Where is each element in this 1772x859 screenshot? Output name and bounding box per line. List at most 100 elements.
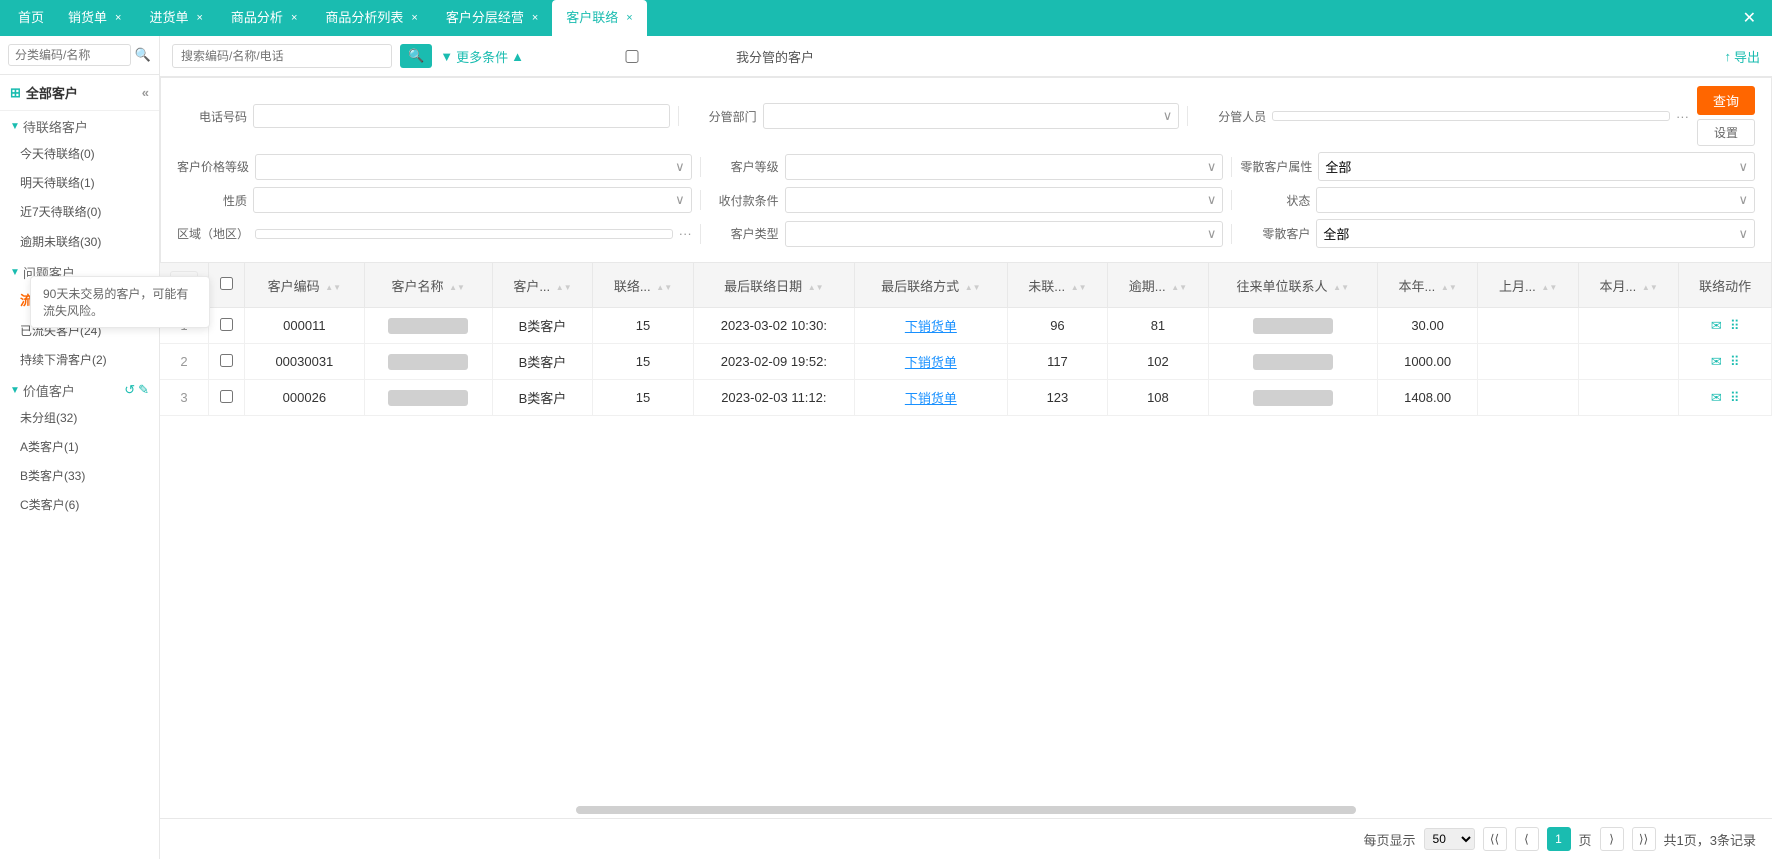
sidebar-item-7days[interactable]: 近7天待联络(0) [0,198,159,227]
sidebar-search-icon[interactable]: 🔍 [135,47,151,63]
close-product-analysis-list-tab[interactable]: × [411,0,417,36]
more-filter-button[interactable]: ▼ 更多条件 ▲ [440,47,524,66]
td-action-1[interactable]: ✉ ⠿ [1679,344,1772,380]
th-code[interactable]: 客户编码 ▲▼ [245,263,365,308]
filter-retail-customer-select[interactable]: 全部 ∨ [1316,219,1755,248]
th-this-year[interactable]: 本年... ▲▼ [1377,263,1478,308]
td-last-method-2[interactable]: 下销货单 [855,380,1008,416]
region-more-dots[interactable]: ··· [679,226,692,241]
export-button[interactable]: ↑ 导出 [1724,47,1760,66]
close-customer-layering-tab[interactable]: × [532,0,538,36]
filter-region: 区域（地区） ··· [177,225,692,242]
th-contact-person[interactable]: 往来单位联系人 ▲▼ [1208,263,1377,308]
tab-customer-contact[interactable]: 客户联络 × [552,0,646,36]
tab-purchase[interactable]: 进货单 × [135,0,216,36]
row-checkbox-2[interactable] [220,390,233,403]
search-bar: 🔍 ▼ 更多条件 ▲ 我分管的客户 ↑ 导出 [160,36,1772,77]
filter-region-select[interactable] [255,229,673,239]
td-cb-0[interactable] [209,308,245,344]
per-page-select[interactable]: 50 100 200 [1424,828,1475,850]
sidebar-group-value[interactable]: ▼ 价值客户 ↺ ✎ [0,375,159,404]
sidebar-item-ungrouped[interactable]: 未分组(32) [0,404,159,433]
th-overdue[interactable]: 逾期... ▲▼ [1108,263,1209,308]
th-type[interactable]: 客户... ▲▼ [492,263,593,308]
th-last-contact-date[interactable]: 最后联络日期 ▲▼ [693,263,854,308]
tab-home[interactable]: 首页 [8,0,54,36]
retail-prop-arrow: ∨ [1739,159,1749,175]
td-contact-count-1: 15 [593,344,694,380]
td-action-0[interactable]: ✉ ⠿ [1679,308,1772,344]
sidebar-item-declining[interactable]: 持续下滑客户(2) [0,346,159,375]
sidebar-item-today[interactable]: 今天待联络(0) [0,140,159,169]
my-customers-checkbox-label[interactable]: 我分管的客户 [532,47,814,66]
th-name[interactable]: 客户名称 ▲▼ [364,263,492,308]
close-all-icon[interactable]: ✕ [1735,8,1764,28]
sidebar-search-input[interactable] [8,44,131,66]
th-uncontacted[interactable]: 未联... ▲▼ [1007,263,1108,308]
filter-status-select[interactable]: ∨ [1316,187,1755,213]
td-cb-1[interactable] [209,344,245,380]
setting-button[interactable]: 设置 [1697,119,1755,146]
close-customer-contact-tab[interactable]: × [626,0,632,36]
my-customers-checkbox[interactable] [532,50,732,63]
filter-payment-select[interactable]: ∨ [785,187,1224,213]
row-checkbox-0[interactable] [220,318,233,331]
td-last-method-0[interactable]: 下销货单 [855,308,1008,344]
edit-icon[interactable]: ✎ [138,382,149,398]
td-action-2[interactable]: ✉ ⠿ [1679,380,1772,416]
filter-nature-select[interactable]: ∨ [253,187,692,213]
next-page-button[interactable]: ⟩ [1600,827,1624,851]
sidebar-item-class-a[interactable]: A类客户(1) [0,433,159,462]
first-page-button[interactable]: ⟨⟨ [1483,827,1507,851]
sidebar-item-class-c[interactable]: C类客户(6) [0,491,159,520]
tab-product-analysis-list[interactable]: 商品分析列表 × [311,0,431,36]
filter-phone-input[interactable] [253,104,670,128]
td-last-method-1[interactable]: 下销货单 [855,344,1008,380]
main-search-button[interactable]: 🔍 [400,44,432,68]
sidebar-search-area: 🔍 [0,36,159,75]
query-button[interactable]: 查询 [1697,86,1755,115]
td-cb-2[interactable] [209,380,245,416]
filter-manager-select[interactable] [1272,111,1670,121]
page-1-button[interactable]: 1 [1547,827,1571,851]
select-all-checkbox[interactable] [220,277,233,290]
manager-more-dots[interactable]: ··· [1676,109,1689,124]
row-checkbox-1[interactable] [220,354,233,367]
more-action-icon-1[interactable]: ⠿ [1730,354,1740,369]
filter-customer-level-select[interactable]: ∨ [785,154,1224,180]
tab-sales[interactable]: 销货单 × [54,0,135,36]
sidebar-item-overdue[interactable]: 逾期未联络(30) [0,228,159,257]
sidebar-group-pending[interactable]: ▼ 待联络客户 [0,111,159,140]
tab-customer-layering[interactable]: 客户分层经营 × [432,0,552,36]
sidebar-all-customers-header[interactable]: ⊞ 全部客户 « [0,75,159,111]
filter-dept-select[interactable]: ∨ [763,103,1180,129]
filter-retail-prop-select[interactable]: 全部 ∨ [1318,152,1755,181]
contact-icon-2[interactable]: ✉ [1711,390,1722,405]
code-sort-icons: ▲▼ [325,283,341,292]
close-product-analysis-tab[interactable]: × [291,0,297,36]
close-sales-tab[interactable]: × [115,0,121,36]
content-area: 🔍 ▼ 更多条件 ▲ 我分管的客户 ↑ 导出 电话号码 [160,36,1772,859]
close-purchase-tab[interactable]: × [196,0,202,36]
filter-price-level-select[interactable]: ∨ [255,154,692,180]
last-page-button[interactable]: ⟩⟩ [1632,827,1656,851]
th-this-month[interactable]: 本月... ▲▼ [1578,263,1679,308]
scrollbar-thumb[interactable] [576,806,1356,814]
tab-product-analysis[interactable]: 商品分析 × [217,0,311,36]
sidebar-item-tomorrow[interactable]: 明天待联络(1) [0,169,159,198]
sidebar-item-class-b[interactable]: B类客户(33) [0,462,159,491]
contact-icon-1[interactable]: ✉ [1711,354,1722,369]
filter-customer-type-select[interactable]: ∨ [785,221,1224,247]
th-last-contact-method[interactable]: 最后联络方式 ▲▼ [855,263,1008,308]
scrollbar-track[interactable] [576,806,1356,814]
th-last-month[interactable]: 上月... ▲▼ [1478,263,1579,308]
refresh-icon[interactable]: ↺ [124,382,135,398]
contact-icon-0[interactable]: ✉ [1711,318,1722,333]
contact-person-sort-icons: ▲▼ [1333,283,1349,292]
more-action-icon-0[interactable]: ⠿ [1730,318,1740,333]
table-row: 2 00030031 B类客户 15 2023-02-09 19:52: 下销货… [160,344,1772,380]
more-action-icon-2[interactable]: ⠿ [1730,390,1740,405]
main-search-input[interactable] [172,44,392,68]
th-contact-count[interactable]: 联络... ▲▼ [593,263,694,308]
prev-page-button[interactable]: ⟨ [1515,827,1539,851]
